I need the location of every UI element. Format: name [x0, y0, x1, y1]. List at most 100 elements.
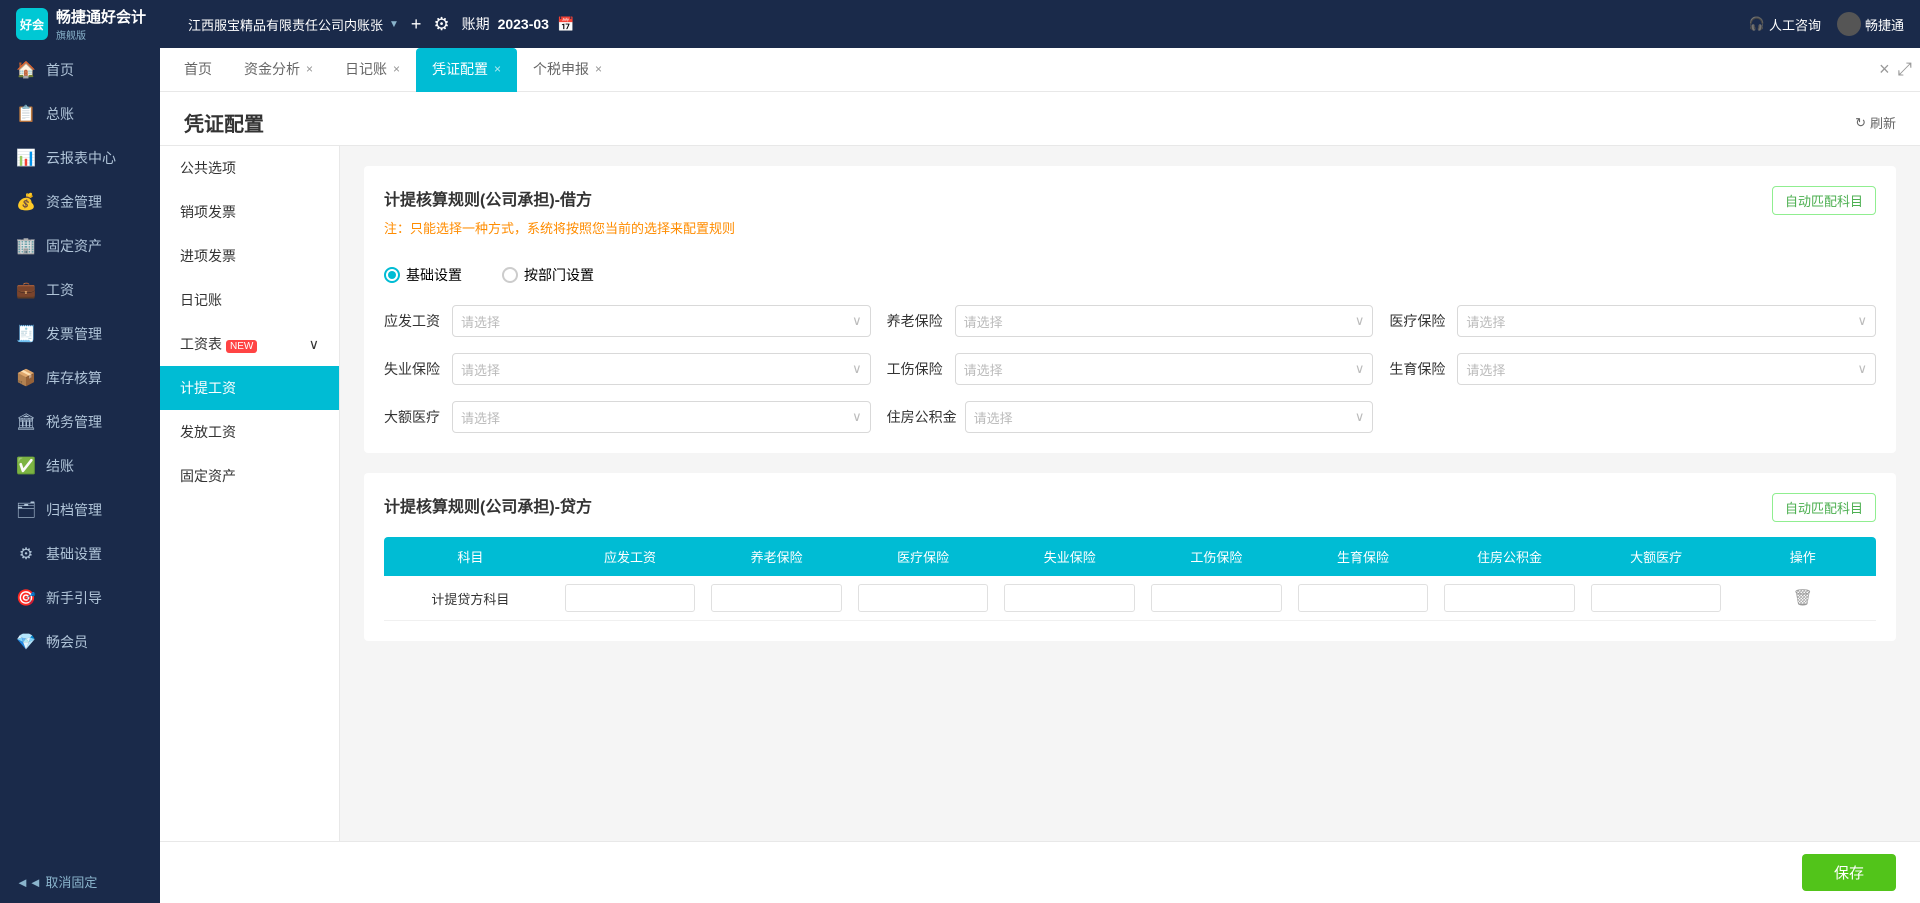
debit-form-grid: 应发工资 请选择 ∨ 养老保险 请选择 ∨ — [384, 305, 1876, 433]
sidebar-item-settings[interactable]: ⚙ 基础设置 — [0, 532, 160, 576]
cell-sybx[interactable] — [996, 576, 1143, 620]
cell-sybx2[interactable] — [1290, 576, 1437, 620]
radio-basic[interactable]: 基础设置 — [384, 265, 462, 285]
col-header-subject: 科目 — [384, 537, 557, 576]
period-value: 2023-03 — [498, 16, 549, 32]
left-nav-salary-accrual[interactable]: 计提工资 — [160, 366, 339, 410]
cell-action[interactable]: 🗑 — [1729, 580, 1876, 616]
guide-icon: 🎯 — [16, 588, 36, 608]
select-dely[interactable]: 请选择 ∨ — [452, 401, 871, 433]
debit-auto-match-btn[interactable]: 自动匹配科目 — [1772, 186, 1876, 215]
sidebar-item-funds[interactable]: 💰 资金管理 — [0, 180, 160, 224]
tab-close-journal[interactable]: × — [393, 62, 400, 76]
radio-dept-circle — [502, 267, 518, 283]
company-selector[interactable]: 江西服宝精品有限责任公司内账张 ▼ — [188, 15, 399, 34]
label-yfgz: 应发工资 — [384, 311, 444, 331]
col-header-yfgz: 应发工资 — [557, 537, 704, 576]
tab-close-fund-analysis[interactable]: × — [306, 62, 313, 76]
calendar-icon[interactable]: 📅 — [557, 16, 574, 33]
radio-dept[interactable]: 按部门设置 — [502, 265, 594, 285]
col-header-dely: 大额医疗 — [1583, 537, 1730, 576]
label-gsbx: 工伤保险 — [887, 359, 947, 379]
cell-zfgjj[interactable] — [1436, 576, 1583, 620]
left-nav-purchase[interactable]: 进项发票 — [160, 234, 339, 278]
top-bar: 好会 畅捷通好会计 旗舰版 江西服宝精品有限责任公司内账张 ▼ + ⚙ 账期 2… — [0, 0, 1920, 48]
input-zfgjj[interactable] — [1444, 584, 1575, 612]
form-item-ylbx: 养老保险 请选择 ∨ — [887, 305, 1374, 337]
input-yfgz[interactable] — [565, 584, 696, 612]
debit-section: 计提核算规则(公司承担)-借方 注：只能选择一种方式，系统将按照您当前的选择来配… — [364, 166, 1896, 453]
select-zfgjj[interactable]: 请选择 ∨ — [965, 401, 1374, 433]
close-window-icon[interactable]: × — [1879, 59, 1890, 80]
debit-section-title: 计提核算规则(公司承担)-借方 — [384, 186, 735, 210]
select-sybx[interactable]: 请选择 ∨ — [452, 353, 871, 385]
input-ylbx2[interactable] — [858, 584, 989, 612]
sidebar-item-invoice[interactable]: 🧾 发票管理 — [0, 312, 160, 356]
tab-tax-report[interactable]: 个税申报 × — [517, 48, 618, 92]
tab-close-voucher-config[interactable]: × — [494, 62, 501, 76]
add-icon[interactable]: + — [411, 14, 422, 35]
tab-close-tax-report[interactable]: × — [595, 62, 602, 76]
sidebar-item-vip[interactable]: 💎 畅会员 — [0, 620, 160, 664]
sidebar-item-home[interactable]: 🏠 首页 — [0, 48, 160, 92]
refresh-btn[interactable]: ↻ 刷新 — [1855, 113, 1896, 132]
debit-warning: 注：只能选择一种方式，系统将按照您当前的选择来配置规则 — [384, 218, 735, 237]
settings-icon[interactable]: ⚙ — [433, 14, 449, 35]
left-nav: 公共选项 销项发票 进项发票 日记账 工资表NEW ∨ 计提工资 发放工资 固定… — [160, 146, 340, 841]
select-gsbx[interactable]: 请选择 ∨ — [955, 353, 1374, 385]
save-footer: 保存 — [160, 841, 1920, 903]
input-sybx2[interactable] — [1298, 584, 1429, 612]
input-ylbx[interactable] — [711, 584, 842, 612]
human-service-btn[interactable]: 🎧 人工咨询 — [1749, 15, 1821, 34]
tab-journal[interactable]: 日记账 × — [329, 48, 416, 92]
left-nav-fixed-assets[interactable]: 固定资产 — [160, 454, 339, 498]
select-yfgz[interactable]: 请选择 ∨ — [452, 305, 871, 337]
tab-bar: 首页 资金分析 × 日记账 × 凭证配置 × 个税申报 × × ⤢ — [160, 48, 1920, 92]
cell-dely[interactable] — [1583, 576, 1730, 620]
col-header-sybx2: 生育保险 — [1290, 537, 1437, 576]
tab-home[interactable]: 首页 — [168, 48, 228, 92]
home-icon: 🏠 — [16, 60, 36, 80]
archive-icon: 🗂 — [16, 500, 36, 520]
sidebar-collapse-btn[interactable]: ◄◄ 取消固定 — [0, 860, 160, 903]
user-avatar[interactable]: 畅捷通 — [1837, 12, 1904, 36]
select-sybx2[interactable]: 请选择 ∨ — [1457, 353, 1876, 385]
cell-yfgz[interactable] — [557, 576, 704, 620]
sidebar-item-reports[interactable]: 📊 云报表中心 — [0, 136, 160, 180]
main-content: 计提核算规则(公司承担)-借方 注：只能选择一种方式，系统将按照您当前的选择来配… — [340, 146, 1920, 841]
credit-auto-match-btn[interactable]: 自动匹配科目 — [1772, 493, 1876, 522]
left-nav-salary-table[interactable]: 工资表NEW ∨ — [160, 322, 339, 366]
sidebar-item-tax[interactable]: 🏛 税务管理 — [0, 400, 160, 444]
tab-voucher-config[interactable]: 凭证配置 × — [416, 48, 517, 92]
sidebar-item-inventory[interactable]: 📦 库存核算 — [0, 356, 160, 400]
chevron-down-icon: ▼ — [389, 19, 399, 30]
input-dely[interactable] — [1591, 584, 1722, 612]
label-sybx: 失业保险 — [384, 359, 444, 379]
left-nav-public[interactable]: 公共选项 — [160, 146, 339, 190]
sidebar-item-archive[interactable]: 🗂 归档管理 — [0, 488, 160, 532]
sidebar-item-fixed-assets[interactable]: 🏢 固定资产 — [0, 224, 160, 268]
left-nav-salary-pay[interactable]: 发放工资 — [160, 410, 339, 454]
input-gsbx[interactable] — [1151, 584, 1282, 612]
app-sub: 旗舰版 — [56, 27, 146, 42]
select-ylbx2[interactable]: 请选择 ∨ — [1457, 305, 1876, 337]
input-sybx[interactable] — [1004, 584, 1135, 612]
reports-icon: 📊 — [16, 148, 36, 168]
close-account-icon: ✅ — [16, 456, 36, 476]
left-nav-journal[interactable]: 日记账 — [160, 278, 339, 322]
cell-gsbx[interactable] — [1143, 576, 1290, 620]
sidebar-item-guide[interactable]: 🎯 新手引导 — [0, 576, 160, 620]
label-ylbx2: 医疗保险 — [1389, 311, 1449, 331]
expand-icon[interactable]: ⤢ — [1898, 59, 1912, 80]
save-button[interactable]: 保存 — [1802, 854, 1896, 891]
delete-row-btn[interactable]: 🗑 — [1793, 590, 1813, 607]
left-nav-sales[interactable]: 销项发票 — [160, 190, 339, 234]
sidebar-item-close[interactable]: ✅ 结账 — [0, 444, 160, 488]
tab-fund-analysis[interactable]: 资金分析 × — [228, 48, 329, 92]
cell-ylbx[interactable] — [703, 576, 850, 620]
cell-ylbx2[interactable] — [850, 576, 997, 620]
sidebar-item-salary[interactable]: 💼 工资 — [0, 268, 160, 312]
sidebar-item-ledger[interactable]: 📋 总账 — [0, 92, 160, 136]
select-chevron-icon3: ∨ — [1857, 313, 1867, 329]
select-ylbx[interactable]: 请选择 ∨ — [955, 305, 1374, 337]
